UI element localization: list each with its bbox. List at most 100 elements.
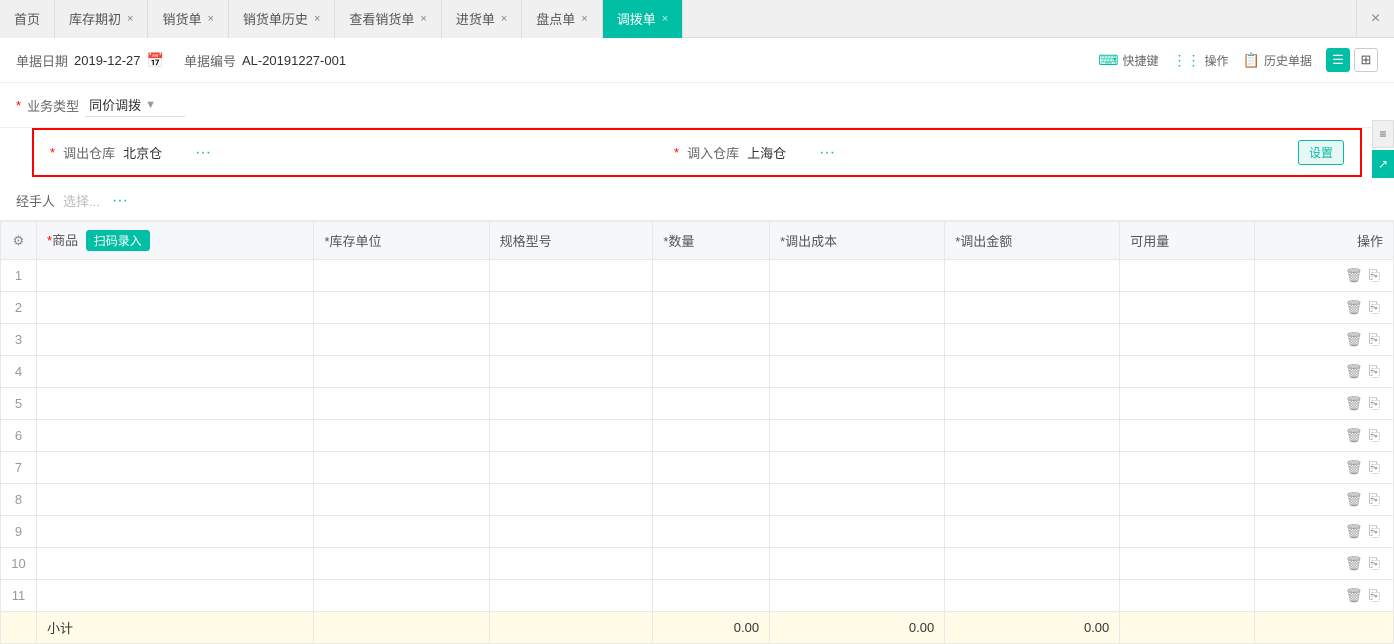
- copy-row-button[interactable]: ⎘: [1369, 523, 1380, 539]
- table-cell[interactable]: [653, 420, 770, 452]
- table-cell[interactable]: [770, 388, 945, 420]
- table-cell[interactable]: [314, 420, 489, 452]
- grid-view-button[interactable]: ⊞: [1354, 48, 1378, 72]
- table-cell[interactable]: [314, 292, 489, 324]
- out-warehouse-more-button[interactable]: ···: [191, 144, 215, 162]
- table-cell[interactable]: [770, 452, 945, 484]
- table-cell[interactable]: [653, 324, 770, 356]
- tab-view-sales-close[interactable]: ×: [420, 13, 426, 25]
- delete-row-button[interactable]: 🗑: [1345, 491, 1363, 507]
- global-close-button[interactable]: ×: [1356, 0, 1394, 38]
- in-warehouse-more-button[interactable]: ···: [815, 144, 839, 162]
- table-cell[interactable]: [314, 260, 489, 292]
- operation-button[interactable]: ⋮⋮ 操作: [1173, 52, 1229, 69]
- delete-row-button[interactable]: 🗑: [1345, 587, 1363, 603]
- table-cell[interactable]: [37, 548, 314, 580]
- table-cell[interactable]: [653, 260, 770, 292]
- copy-row-button[interactable]: ⎘: [1369, 299, 1380, 315]
- delete-row-button[interactable]: 🗑: [1345, 459, 1363, 475]
- handler-input[interactable]: 选择...: [63, 191, 100, 210]
- table-cell[interactable]: [770, 260, 945, 292]
- table-cell[interactable]: [770, 484, 945, 516]
- table-cell[interactable]: [945, 388, 1120, 420]
- copy-row-button[interactable]: ⎘: [1369, 267, 1380, 283]
- table-cell[interactable]: [653, 452, 770, 484]
- table-cell[interactable]: [770, 420, 945, 452]
- table-cell[interactable]: [945, 420, 1120, 452]
- table-cell[interactable]: [1120, 580, 1255, 612]
- right-panel-export-button[interactable]: ↗: [1372, 150, 1394, 178]
- tab-purchase-order-close[interactable]: ×: [501, 13, 507, 25]
- table-cell[interactable]: [945, 548, 1120, 580]
- quick-key-button[interactable]: ⌨ 快捷键: [1098, 52, 1158, 69]
- table-cell[interactable]: [653, 388, 770, 420]
- table-cell[interactable]: [945, 452, 1120, 484]
- delete-row-button[interactable]: 🗑: [1345, 555, 1363, 571]
- table-cell[interactable]: [1120, 516, 1255, 548]
- calendar-icon[interactable]: 📅: [147, 52, 164, 69]
- table-cell[interactable]: [489, 548, 653, 580]
- copy-row-button[interactable]: ⎘: [1369, 555, 1380, 571]
- table-cell[interactable]: [489, 260, 653, 292]
- tab-purchase-order[interactable]: 进货单 ×: [442, 0, 522, 38]
- handler-more-button[interactable]: ···: [108, 192, 132, 210]
- table-cell[interactable]: [37, 420, 314, 452]
- table-cell[interactable]: [314, 580, 489, 612]
- table-cell[interactable]: [1120, 452, 1255, 484]
- table-cell[interactable]: [489, 484, 653, 516]
- table-cell[interactable]: [489, 452, 653, 484]
- copy-row-button[interactable]: ⎘: [1369, 427, 1380, 443]
- table-cell[interactable]: [1120, 356, 1255, 388]
- table-cell[interactable]: [37, 484, 314, 516]
- table-cell[interactable]: [37, 452, 314, 484]
- tab-home[interactable]: 首页: [0, 0, 55, 38]
- table-cell[interactable]: [1120, 388, 1255, 420]
- table-cell[interactable]: [1120, 292, 1255, 324]
- table-cell[interactable]: [314, 324, 489, 356]
- list-view-button[interactable]: ☰: [1326, 48, 1350, 72]
- setting-button[interactable]: 设置: [1298, 140, 1344, 165]
- delete-row-button[interactable]: 🗑: [1345, 299, 1363, 315]
- table-cell[interactable]: [1120, 484, 1255, 516]
- table-cell[interactable]: [770, 516, 945, 548]
- copy-row-button[interactable]: ⎘: [1369, 395, 1380, 411]
- table-cell[interactable]: [314, 356, 489, 388]
- table-cell[interactable]: [653, 516, 770, 548]
- business-type-dropdown[interactable]: 同价调拨 ▼: [85, 93, 185, 117]
- delete-row-button[interactable]: 🗑: [1345, 363, 1363, 379]
- tab-view-sales[interactable]: 查看销货单 ×: [335, 0, 441, 38]
- table-cell[interactable]: [653, 580, 770, 612]
- gear-col-header[interactable]: ⚙: [1, 222, 37, 260]
- table-cell[interactable]: [770, 580, 945, 612]
- copy-row-button[interactable]: ⎘: [1369, 331, 1380, 347]
- table-cell[interactable]: [489, 516, 653, 548]
- table-cell[interactable]: [945, 580, 1120, 612]
- tab-inventory-count[interactable]: 盘点单 ×: [522, 0, 602, 38]
- table-cell[interactable]: [770, 324, 945, 356]
- table-cell[interactable]: [489, 324, 653, 356]
- table-cell[interactable]: [37, 260, 314, 292]
- delete-row-button[interactable]: 🗑: [1345, 395, 1363, 411]
- copy-row-button[interactable]: ⎘: [1369, 491, 1380, 507]
- scan-entry-button[interactable]: 扫码录入: [86, 230, 150, 251]
- table-cell[interactable]: [945, 260, 1120, 292]
- table-cell[interactable]: [1120, 420, 1255, 452]
- tab-sales-history-close[interactable]: ×: [314, 13, 320, 25]
- table-cell[interactable]: [489, 580, 653, 612]
- delete-row-button[interactable]: 🗑: [1345, 267, 1363, 283]
- table-cell[interactable]: [489, 356, 653, 388]
- table-cell[interactable]: [1120, 548, 1255, 580]
- table-cell[interactable]: [37, 356, 314, 388]
- delete-row-button[interactable]: 🗑: [1345, 331, 1363, 347]
- table-cell[interactable]: [489, 388, 653, 420]
- table-cell[interactable]: [770, 356, 945, 388]
- table-cell[interactable]: [770, 292, 945, 324]
- delete-row-button[interactable]: 🗑: [1345, 427, 1363, 443]
- right-panel-list-button[interactable]: ≡: [1372, 120, 1394, 148]
- table-cell[interactable]: [314, 516, 489, 548]
- copy-row-button[interactable]: ⎘: [1369, 363, 1380, 379]
- delete-row-button[interactable]: 🗑: [1345, 523, 1363, 539]
- history-button[interactable]: 📋 历史单据: [1243, 52, 1312, 69]
- table-cell[interactable]: [653, 484, 770, 516]
- tab-sales-history[interactable]: 销货单历史 ×: [229, 0, 335, 38]
